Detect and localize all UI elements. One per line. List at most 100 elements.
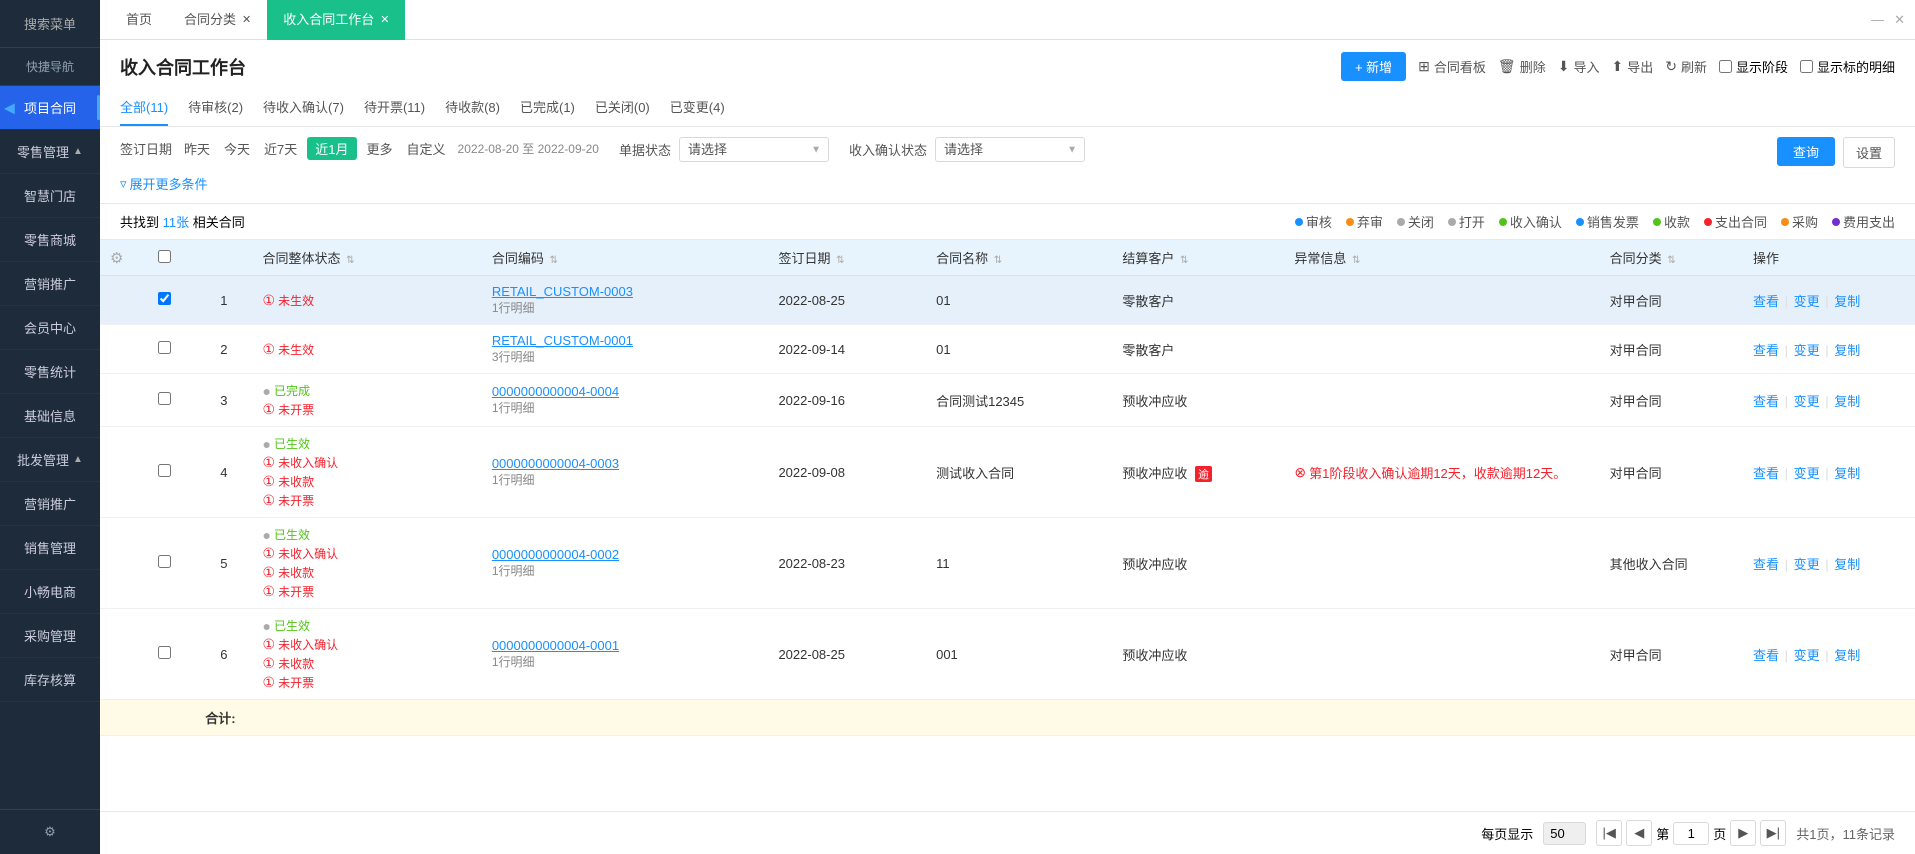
review-btn[interactable]: 审核 — [1295, 212, 1332, 231]
status-tab-changed[interactable]: 已变更(4) — [670, 91, 725, 126]
doc-status-select[interactable]: 请选择 — [679, 137, 829, 162]
sidebar-item-purchase[interactable]: 采购管理 — [0, 614, 100, 658]
sidebar-item-smart-shop[interactable]: 智慧门店 — [0, 174, 100, 218]
op-copy-r5[interactable]: 复制 — [1834, 557, 1860, 572]
status-tab-pending-income-confirm[interactable]: 待收入确认(7) — [263, 91, 344, 126]
query-button[interactable]: 查询 — [1777, 137, 1835, 166]
show-mark-label[interactable]: 显示标的明细 — [1800, 57, 1895, 76]
expense-out-btn[interactable]: 支出合同 — [1704, 212, 1767, 231]
date-chip-today[interactable]: 今天 — [220, 137, 254, 160]
page-last-btn[interactable]: ▶| — [1760, 820, 1786, 846]
sidebar-item-wholesale[interactable]: 批发管理 ▲ — [0, 438, 100, 482]
op-view-r2[interactable]: 查看 — [1753, 343, 1779, 358]
sidebar-item-retail-stat[interactable]: 零售统计 — [0, 350, 100, 394]
sort-date-icon[interactable]: ⇅ — [836, 255, 844, 266]
income-confirm-select[interactable]: 请选择 — [935, 137, 1085, 162]
set-button[interactable]: 设置 — [1843, 137, 1895, 168]
page-first-btn[interactable]: |◀ — [1596, 820, 1622, 846]
window-minimize-icon[interactable]: — — [1871, 12, 1884, 28]
sort-error-icon[interactable]: ⇅ — [1352, 255, 1360, 266]
sidebar-item-project[interactable]: 项目合同 ◀ — [0, 86, 100, 130]
per-page-select[interactable]: 50 — [1543, 822, 1586, 845]
sidebar-item-member[interactable]: 会员中心 — [0, 306, 100, 350]
status-tab-all[interactable]: 全部(11) — [120, 91, 168, 126]
status-tab-closed[interactable]: 已关闭(0) — [595, 91, 650, 126]
table-settings-icon[interactable]: ⚙ — [110, 250, 123, 267]
sort-customer-icon[interactable]: ⇅ — [1180, 255, 1188, 266]
date-chip-last1m[interactable]: 近1月 — [307, 137, 356, 160]
row5-checkbox[interactable] — [158, 555, 171, 568]
expense-pay-btn[interactable]: 费用支出 — [1832, 212, 1895, 231]
contract-link-r4[interactable]: 0000000000004-0003 — [492, 456, 619, 471]
sidebar-item-inventory[interactable]: 库存核算 — [0, 658, 100, 702]
op-change-r1[interactable]: 变更 — [1794, 294, 1820, 309]
close-btn[interactable]: 关闭 — [1397, 212, 1434, 231]
date-chip-custom[interactable]: 自定义 — [403, 137, 450, 160]
refresh-button[interactable]: ↻ 刷新 — [1665, 57, 1707, 76]
date-chip-yesterday[interactable]: 昨天 — [180, 137, 214, 160]
op-change-r3[interactable]: 变更 — [1794, 394, 1820, 409]
row4-checkbox[interactable] — [158, 464, 171, 477]
tab-income-workbench[interactable]: 收入合同工作台 ✕ — [267, 0, 405, 40]
tab-home[interactable]: 首页 — [110, 0, 168, 40]
op-copy-r6[interactable]: 复制 — [1834, 648, 1860, 663]
sort-type-icon[interactable]: ⇅ — [1667, 255, 1675, 266]
contract-link-r1[interactable]: RETAIL_CUSTOM-0003 — [492, 284, 633, 299]
select-all-checkbox[interactable] — [158, 250, 171, 263]
page-prev-btn[interactable]: ◀ — [1626, 820, 1652, 846]
sales-invoice-btn[interactable]: 销售发票 — [1576, 212, 1639, 231]
contract-link-r5[interactable]: 0000000000004-0002 — [492, 547, 619, 562]
row1-checkbox[interactable] — [158, 292, 171, 305]
export-button[interactable]: ⬆ 导出 — [1611, 57, 1653, 76]
page-next-btn[interactable]: ▶ — [1730, 820, 1756, 846]
status-tab-pending-invoice[interactable]: 待开票(11) — [364, 91, 425, 126]
sidebar-item-ecommerce[interactable]: 小畅电商 — [0, 570, 100, 614]
income-confirm-btn[interactable]: 收入确认 — [1499, 212, 1562, 231]
op-change-r2[interactable]: 变更 — [1794, 343, 1820, 358]
abandon-btn[interactable]: 弃审 — [1346, 212, 1383, 231]
expand-more-btn[interactable]: ▿ 展开更多条件 — [120, 174, 1895, 193]
payment-btn[interactable]: 收款 — [1653, 212, 1690, 231]
show-mark-checkbox[interactable] — [1800, 60, 1813, 73]
new-button[interactable]: + 新增 — [1341, 52, 1406, 81]
op-change-r6[interactable]: 变更 — [1794, 648, 1820, 663]
date-chip-more[interactable]: 更多 — [363, 137, 397, 160]
contract-link-r2[interactable]: RETAIL_CUSTOM-0001 — [492, 333, 633, 348]
contract-link-r6[interactable]: 0000000000004-0001 — [492, 638, 619, 653]
sidebar-settings[interactable]: ⚙ — [0, 809, 100, 854]
status-tab-pending-review[interactable]: 待审核(2) — [188, 91, 243, 126]
row6-checkbox[interactable] — [158, 646, 171, 659]
contract-link-r3[interactable]: 0000000000004-0004 — [492, 384, 619, 399]
op-view-r1[interactable]: 查看 — [1753, 294, 1779, 309]
tab-income-workbench-close[interactable]: ✕ — [380, 0, 389, 40]
sidebar-item-marketing[interactable]: 营销推广 — [0, 262, 100, 306]
status-tab-pending-payment[interactable]: 待收款(8) — [445, 91, 500, 126]
sidebar-item-retail[interactable]: 零售管理 ▲ — [0, 130, 100, 174]
tab-contract-cat[interactable]: 合同分类 ✕ — [168, 0, 267, 40]
purchase-btn[interactable]: 采购 — [1781, 212, 1818, 231]
op-copy-r1[interactable]: 复制 — [1834, 294, 1860, 309]
sort-code-icon[interactable]: ⇅ — [549, 255, 557, 266]
op-view-r6[interactable]: 查看 — [1753, 648, 1779, 663]
sort-overall-status-icon[interactable]: ⇅ — [346, 255, 354, 266]
op-copy-r3[interactable]: 复制 — [1834, 394, 1860, 409]
status-tab-completed[interactable]: 已完成(1) — [520, 91, 575, 126]
sort-name-icon[interactable]: ⇅ — [994, 255, 1002, 266]
open-btn[interactable]: 打开 — [1448, 212, 1485, 231]
delete-button[interactable]: 🗑 删除 — [1498, 57, 1546, 76]
row2-checkbox[interactable] — [158, 341, 171, 354]
tab-contract-cat-close[interactable]: ✕ — [242, 0, 251, 40]
show-stage-label[interactable]: 显示阶段 — [1719, 57, 1788, 76]
op-view-r3[interactable]: 查看 — [1753, 394, 1779, 409]
sidebar-item-retail-mall[interactable]: 零售商城 — [0, 218, 100, 262]
sidebar-item-marketing2[interactable]: 营销推广 — [0, 482, 100, 526]
sidebar-quick-nav[interactable]: 快捷导航 — [0, 48, 100, 86]
kanban-button[interactable]: ⊞ 合同看板 — [1418, 57, 1486, 76]
op-copy-r2[interactable]: 复制 — [1834, 343, 1860, 358]
sidebar-item-basic-info[interactable]: 基础信息 — [0, 394, 100, 438]
op-change-r5[interactable]: 变更 — [1794, 557, 1820, 572]
op-copy-r4[interactable]: 复制 — [1834, 466, 1860, 481]
op-view-r4[interactable]: 查看 — [1753, 466, 1779, 481]
sidebar-search[interactable]: 搜索菜单 — [0, 0, 100, 48]
date-chip-last7[interactable]: 近7天 — [260, 137, 301, 160]
